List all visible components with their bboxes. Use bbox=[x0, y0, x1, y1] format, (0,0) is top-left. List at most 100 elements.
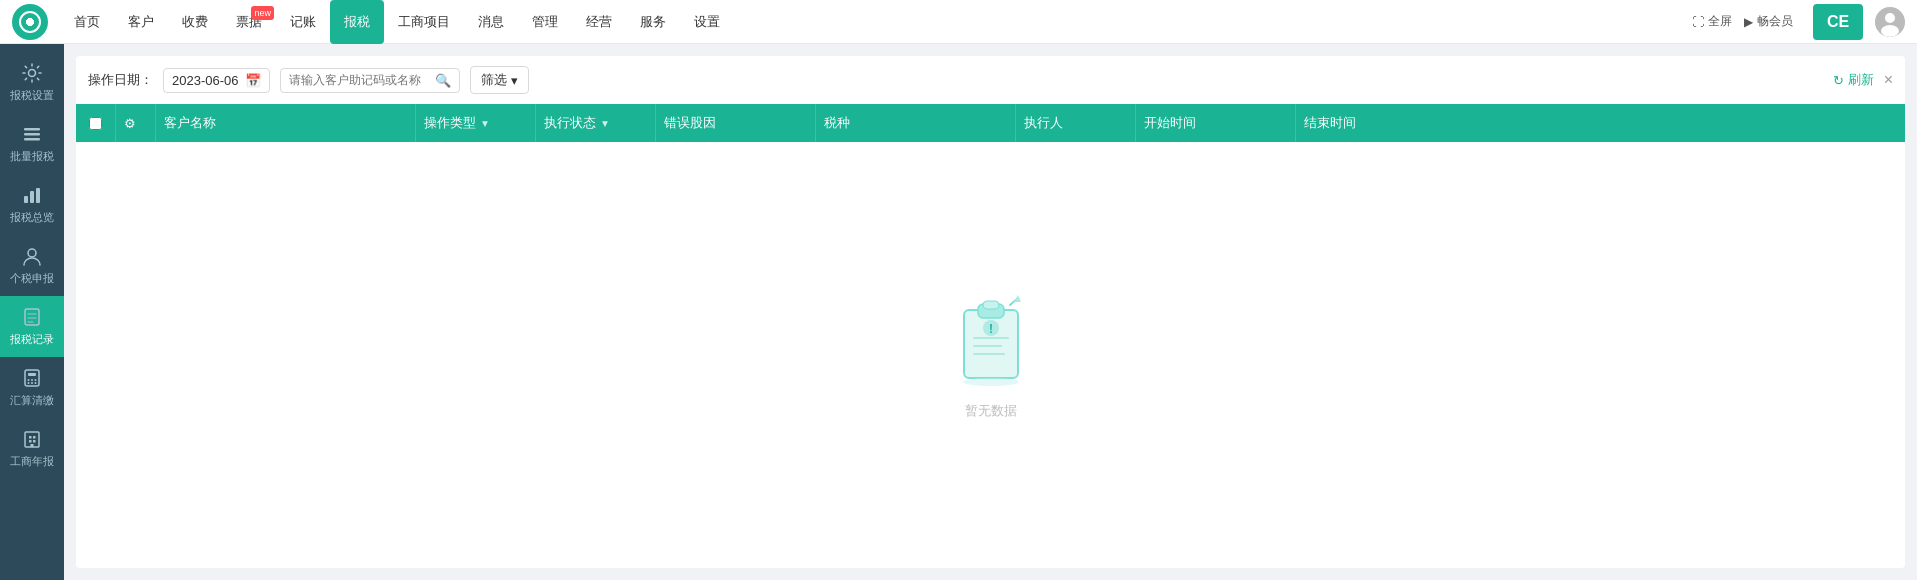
date-value: 2023-06-06 bbox=[172, 73, 239, 88]
nav-right: ⛶ 全屏 ▶ 畅会员 CE bbox=[1692, 4, 1905, 40]
sidebar-item-personal-tax[interactable]: 个税申报 bbox=[0, 235, 64, 296]
video-icon: ▶ bbox=[1744, 15, 1753, 29]
sidebar-item-settlement[interactable]: 汇算清缴 bbox=[0, 357, 64, 418]
sidebar: 报税设置批量报税报税总览个税申报报税记录汇算清缴工商年报 bbox=[0, 44, 64, 580]
avatar-icon bbox=[1875, 7, 1905, 37]
svg-rect-31 bbox=[983, 301, 999, 309]
sidebar-item-batch-tax[interactable]: 批量报税 bbox=[0, 113, 64, 174]
nav-item-accounting[interactable]: 记账 bbox=[276, 0, 330, 44]
nav-item-business[interactable]: 工商项目 bbox=[384, 0, 464, 44]
sidebar-item-label-tax-settings: 报税设置 bbox=[10, 88, 54, 103]
nav-item-service[interactable]: 服务 bbox=[626, 0, 680, 44]
th-checkbox[interactable] bbox=[76, 104, 116, 142]
svg-rect-7 bbox=[24, 196, 28, 203]
svg-point-3 bbox=[29, 70, 36, 77]
nav-item-message[interactable]: 消息 bbox=[464, 0, 518, 44]
th-end-time-label: 结束时间 bbox=[1304, 114, 1356, 132]
empty-text: 暂无数据 bbox=[965, 402, 1017, 420]
calendar-icon: 📅 bbox=[245, 73, 261, 88]
nav-item-customer[interactable]: 客户 bbox=[114, 0, 168, 44]
th-start-time-label: 开始时间 bbox=[1144, 114, 1196, 132]
svg-rect-27 bbox=[33, 440, 36, 443]
sidebar-item-tax-settings[interactable]: 报税设置 bbox=[0, 52, 64, 113]
svg-rect-24 bbox=[29, 436, 32, 439]
th-name-label: 客户名称 bbox=[164, 114, 216, 132]
nav-item-operation[interactable]: 经营 bbox=[572, 0, 626, 44]
record-icon bbox=[21, 306, 43, 328]
chevron-down-icon: ▾ bbox=[511, 73, 518, 88]
user-avatar[interactable] bbox=[1875, 7, 1905, 37]
sidebar-item-label-batch-tax: 批量报税 bbox=[10, 149, 54, 164]
fullscreen-label: 全屏 bbox=[1708, 13, 1732, 30]
exec-status-sort-icon: ▼ bbox=[600, 118, 610, 129]
gear-icon: ⚙ bbox=[124, 116, 136, 131]
svg-text:!: ! bbox=[989, 322, 993, 336]
svg-point-10 bbox=[28, 249, 36, 257]
date-label: 操作日期： bbox=[88, 71, 153, 89]
sidebar-item-label-tax-records: 报税记录 bbox=[10, 332, 54, 347]
th-exec-status[interactable]: 执行状态 ▼ bbox=[536, 104, 656, 142]
table-container: 操作日期： 2023-06-06 📅 🔍 筛选 ▾ ↻ 刷新 bbox=[76, 56, 1905, 568]
svg-point-1 bbox=[1885, 13, 1895, 23]
svg-rect-5 bbox=[24, 133, 40, 136]
gear-icon bbox=[21, 62, 43, 84]
svg-point-20 bbox=[28, 382, 30, 384]
refresh-label: 刷新 bbox=[1848, 71, 1874, 89]
svg-rect-6 bbox=[24, 138, 40, 141]
svg-rect-16 bbox=[28, 373, 36, 376]
member-btn[interactable]: ▶ 畅会员 bbox=[1744, 13, 1793, 30]
toolbar-right: ↻ 刷新 × bbox=[1833, 71, 1893, 89]
sidebar-item-tax-records[interactable]: 报税记录 bbox=[0, 296, 64, 357]
sidebar-item-annual-report[interactable]: 工商年报 bbox=[0, 418, 64, 479]
filter-label: 筛选 bbox=[481, 71, 507, 89]
person-icon bbox=[21, 245, 43, 267]
nav-item-invoice[interactable]: 票据new bbox=[222, 0, 276, 44]
th-exec-status-label: 执行状态 bbox=[544, 114, 596, 132]
svg-rect-28 bbox=[31, 444, 34, 447]
svg-rect-11 bbox=[25, 309, 39, 325]
nav-item-home[interactable]: 首页 bbox=[60, 0, 114, 44]
close-button[interactable]: × bbox=[1884, 71, 1893, 89]
nav-item-collection[interactable]: 收费 bbox=[168, 0, 222, 44]
member-label: 畅会员 bbox=[1757, 13, 1793, 30]
nav-item-management[interactable]: 管理 bbox=[518, 0, 572, 44]
date-picker[interactable]: 2023-06-06 📅 bbox=[163, 68, 270, 93]
nav-item-tax[interactable]: 报税 bbox=[330, 0, 384, 44]
app-logo[interactable] bbox=[12, 4, 48, 40]
table-body: ! 暂无数据 bbox=[76, 142, 1905, 568]
svg-rect-4 bbox=[24, 128, 40, 131]
nav-items: 首页客户收费票据new记账报税工商项目消息管理经营服务设置 bbox=[60, 0, 1692, 44]
sidebar-item-label-settlement: 汇算清缴 bbox=[10, 393, 54, 408]
th-tax-type: 税种 bbox=[816, 104, 1016, 142]
table-header: ⚙ 客户名称 操作类型 ▼ 执行状态 ▼ 错误股因 税种 bbox=[76, 104, 1905, 142]
fullscreen-icon: ⛶ bbox=[1692, 15, 1704, 29]
svg-point-18 bbox=[31, 379, 33, 381]
search-icon: 🔍 bbox=[435, 73, 451, 88]
svg-point-21 bbox=[31, 382, 33, 384]
th-executor: 执行人 bbox=[1016, 104, 1136, 142]
ce-badge: CE bbox=[1813, 4, 1863, 40]
svg-rect-26 bbox=[29, 440, 32, 443]
sidebar-item-label-tax-overview: 报税总览 bbox=[10, 210, 54, 225]
sidebar-item-label-personal-tax: 个税申报 bbox=[10, 271, 54, 286]
th-op-type[interactable]: 操作类型 ▼ bbox=[416, 104, 536, 142]
logo-inner bbox=[19, 11, 41, 33]
th-error-reason: 错误股因 bbox=[656, 104, 816, 142]
svg-point-22 bbox=[35, 382, 37, 384]
svg-rect-9 bbox=[36, 188, 40, 203]
filter-button[interactable]: 筛选 ▾ bbox=[470, 66, 529, 94]
search-wrap: 🔍 bbox=[280, 68, 460, 93]
th-op-type-label: 操作类型 bbox=[424, 114, 476, 132]
refresh-button[interactable]: ↻ 刷新 bbox=[1833, 71, 1874, 89]
main-layout: 报税设置批量报税报税总览个税申报报税记录汇算清缴工商年报 操作日期： 2023-… bbox=[0, 44, 1917, 580]
svg-marker-38 bbox=[1014, 295, 1021, 302]
select-all-checkbox[interactable] bbox=[89, 117, 102, 130]
refresh-icon: ↻ bbox=[1833, 73, 1844, 88]
th-tax-type-label: 税种 bbox=[824, 114, 850, 132]
sidebar-item-tax-overview[interactable]: 报税总览 bbox=[0, 174, 64, 235]
th-gear[interactable]: ⚙ bbox=[116, 104, 156, 142]
nav-item-settings[interactable]: 设置 bbox=[680, 0, 734, 44]
search-input[interactable] bbox=[289, 73, 431, 87]
empty-illustration: ! bbox=[946, 290, 1036, 390]
fullscreen-btn[interactable]: ⛶ 全屏 bbox=[1692, 13, 1732, 30]
